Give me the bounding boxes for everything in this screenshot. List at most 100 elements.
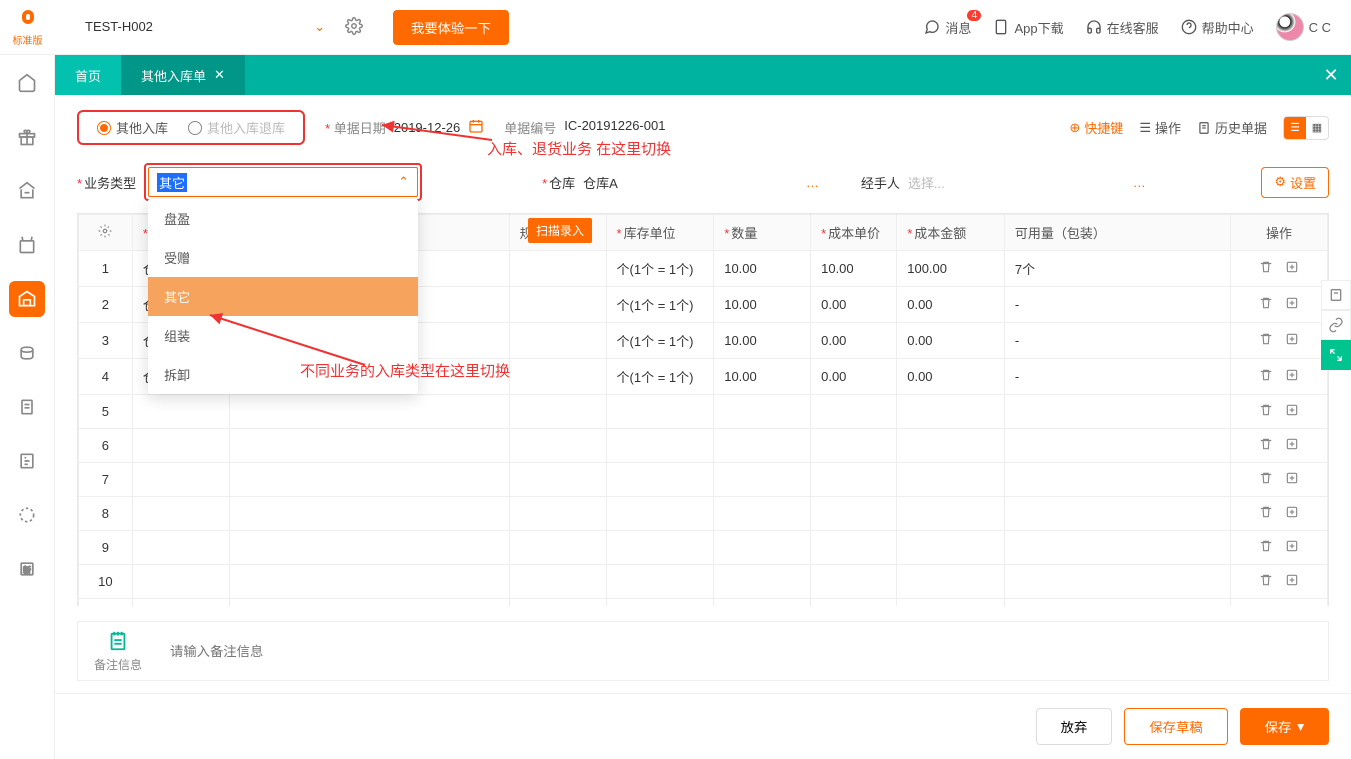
add-icon[interactable] [1285, 539, 1299, 556]
sidebar-dashed-icon[interactable] [9, 497, 45, 533]
delete-icon[interactable] [1259, 332, 1273, 349]
sidebar-warehouse-icon[interactable] [9, 281, 45, 317]
dropdown-option[interactable]: 其它 [148, 277, 418, 316]
handler-field[interactable]: 经手人 选择... … [861, 173, 1148, 192]
sidebar: 新 [0, 55, 55, 759]
save-draft-button[interactable]: 保存草稿 [1124, 708, 1227, 745]
shortcut-button[interactable]: ⊕快捷键 [1069, 118, 1123, 137]
save-button[interactable]: 保存▾ [1240, 708, 1329, 745]
svg-text:新: 新 [23, 564, 31, 574]
gear-icon: ⚙ [1274, 174, 1286, 190]
calendar-icon[interactable] [468, 118, 484, 137]
col-price: *成本单价 [811, 215, 897, 251]
radio-other-inbound-return[interactable]: 其他入库退库 [188, 118, 285, 137]
nav-online-service[interactable]: 在线客服 [1086, 18, 1159, 37]
view-toggle[interactable]: ☰ ▦ [1283, 116, 1329, 140]
radio-other-inbound[interactable]: 其他入库 [97, 118, 168, 137]
sidebar-gift-icon[interactable] [9, 119, 45, 155]
col-operate: 操作 [1231, 215, 1328, 251]
dropdown-option[interactable]: 拆卸 [148, 355, 418, 394]
nav-message[interactable]: 消息 4 [924, 18, 971, 37]
add-icon[interactable] [1285, 505, 1299, 522]
remark-label: 备注信息 [78, 630, 158, 673]
project-select[interactable]: TEST-H002 ⌄ [85, 11, 325, 43]
settings-button[interactable]: ⚙ 设置 [1261, 167, 1329, 198]
ellipsis-icon[interactable]: … [806, 175, 821, 190]
list-view-icon[interactable]: ☰ [1284, 117, 1306, 139]
table-row[interactable]: 7 [79, 463, 1328, 497]
dropdown-option[interactable]: 盘盈 [148, 199, 418, 238]
table-row[interactable]: 9 [79, 531, 1328, 565]
chevron-down-icon: ▾ [1297, 719, 1304, 735]
close-icon[interactable]: ✕ [214, 67, 225, 83]
message-badge: 4 [967, 10, 981, 21]
col-qty: *数量 [714, 215, 811, 251]
delete-icon[interactable] [1259, 471, 1273, 488]
nav-help-center[interactable]: 帮助中心 [1181, 18, 1254, 37]
table-row[interactable]: 8 [79, 497, 1328, 531]
warehouse-field[interactable]: *仓库 仓库A … [542, 173, 821, 192]
col-gear[interactable] [79, 215, 133, 251]
sidebar-purchase-icon[interactable] [9, 173, 45, 209]
avatar [1276, 13, 1304, 41]
tab-other-inbound[interactable]: 其他入库单 ✕ [121, 55, 245, 95]
table-row[interactable]: 11 [79, 599, 1328, 607]
table-row[interactable]: 6 [79, 429, 1328, 463]
history-docs-button[interactable]: 历史单据 [1197, 118, 1267, 137]
business-type-field: *业务类型 其它 ⌃ 盘盈受赠其它组装拆卸 [77, 163, 422, 201]
sidebar-clipboard-icon[interactable] [9, 389, 45, 425]
tabs-bar: 首页 其他入库单 ✕ ✕ [55, 55, 1351, 95]
add-icon[interactable] [1285, 296, 1299, 313]
add-icon[interactable] [1285, 437, 1299, 454]
delete-icon[interactable] [1259, 403, 1273, 420]
sidebar-report-icon[interactable] [9, 443, 45, 479]
add-icon[interactable] [1285, 471, 1299, 488]
doc-date-field[interactable]: * 单据日期 2019-12-26 [325, 118, 484, 137]
ellipsis-icon[interactable]: … [1133, 175, 1148, 190]
add-icon[interactable] [1285, 368, 1299, 385]
try-button[interactable]: 我要体验一下 [393, 10, 509, 45]
note-icon[interactable] [1321, 280, 1351, 310]
chevron-down-icon: ⌄ [314, 19, 325, 35]
operate-button[interactable]: ☰操作 [1139, 118, 1181, 137]
discard-button[interactable]: 放弃 [1036, 708, 1113, 745]
expand-icon[interactable] [1321, 340, 1351, 370]
footer: 放弃 保存草稿 保存▾ [55, 693, 1351, 759]
delete-icon[interactable] [1259, 368, 1273, 385]
col-amount: *成本金额 [897, 215, 1005, 251]
add-icon[interactable] [1285, 573, 1299, 590]
remark-input[interactable] [158, 622, 1328, 680]
right-fly-toolbar [1321, 280, 1351, 370]
chevron-up-icon: ⌃ [398, 174, 409, 190]
sidebar-bag-icon[interactable] [9, 227, 45, 263]
logo: 标准版 [0, 8, 55, 47]
link-icon[interactable] [1321, 310, 1351, 340]
delete-icon[interactable] [1259, 437, 1273, 454]
sidebar-home-icon[interactable] [9, 65, 45, 101]
gear-icon[interactable] [345, 17, 363, 38]
doc-number: 单据编号 IC-20191226-001 [504, 118, 665, 137]
tab-home[interactable]: 首页 [55, 55, 121, 95]
sidebar-money-icon[interactable] [9, 335, 45, 371]
dropdown-option[interactable]: 组装 [148, 316, 418, 355]
business-type-select[interactable]: 其它 ⌃ [148, 167, 418, 197]
delete-icon[interactable] [1259, 573, 1273, 590]
grid-view-icon[interactable]: ▦ [1306, 117, 1328, 139]
add-icon[interactable] [1285, 403, 1299, 420]
add-icon[interactable] [1285, 260, 1299, 277]
col-unit: *库存单位 [606, 215, 714, 251]
delete-icon[interactable] [1259, 296, 1273, 313]
sidebar-new-icon[interactable]: 新 [9, 551, 45, 587]
dropdown-option[interactable]: 受赠 [148, 238, 418, 277]
delete-icon[interactable] [1259, 539, 1273, 556]
add-icon[interactable] [1285, 332, 1299, 349]
nav-app-download[interactable]: App下载 [993, 18, 1063, 37]
table-row[interactable]: 10 [79, 565, 1328, 599]
delete-icon[interactable] [1259, 260, 1273, 277]
close-all-tabs-icon[interactable]: ✕ [1311, 65, 1351, 86]
delete-icon[interactable] [1259, 505, 1273, 522]
remark-box: 备注信息 [77, 621, 1329, 681]
nav-user[interactable]: C C [1276, 13, 1331, 41]
table-row[interactable]: 5 [79, 395, 1328, 429]
scan-input-button[interactable]: 扫描录入 [528, 218, 592, 243]
